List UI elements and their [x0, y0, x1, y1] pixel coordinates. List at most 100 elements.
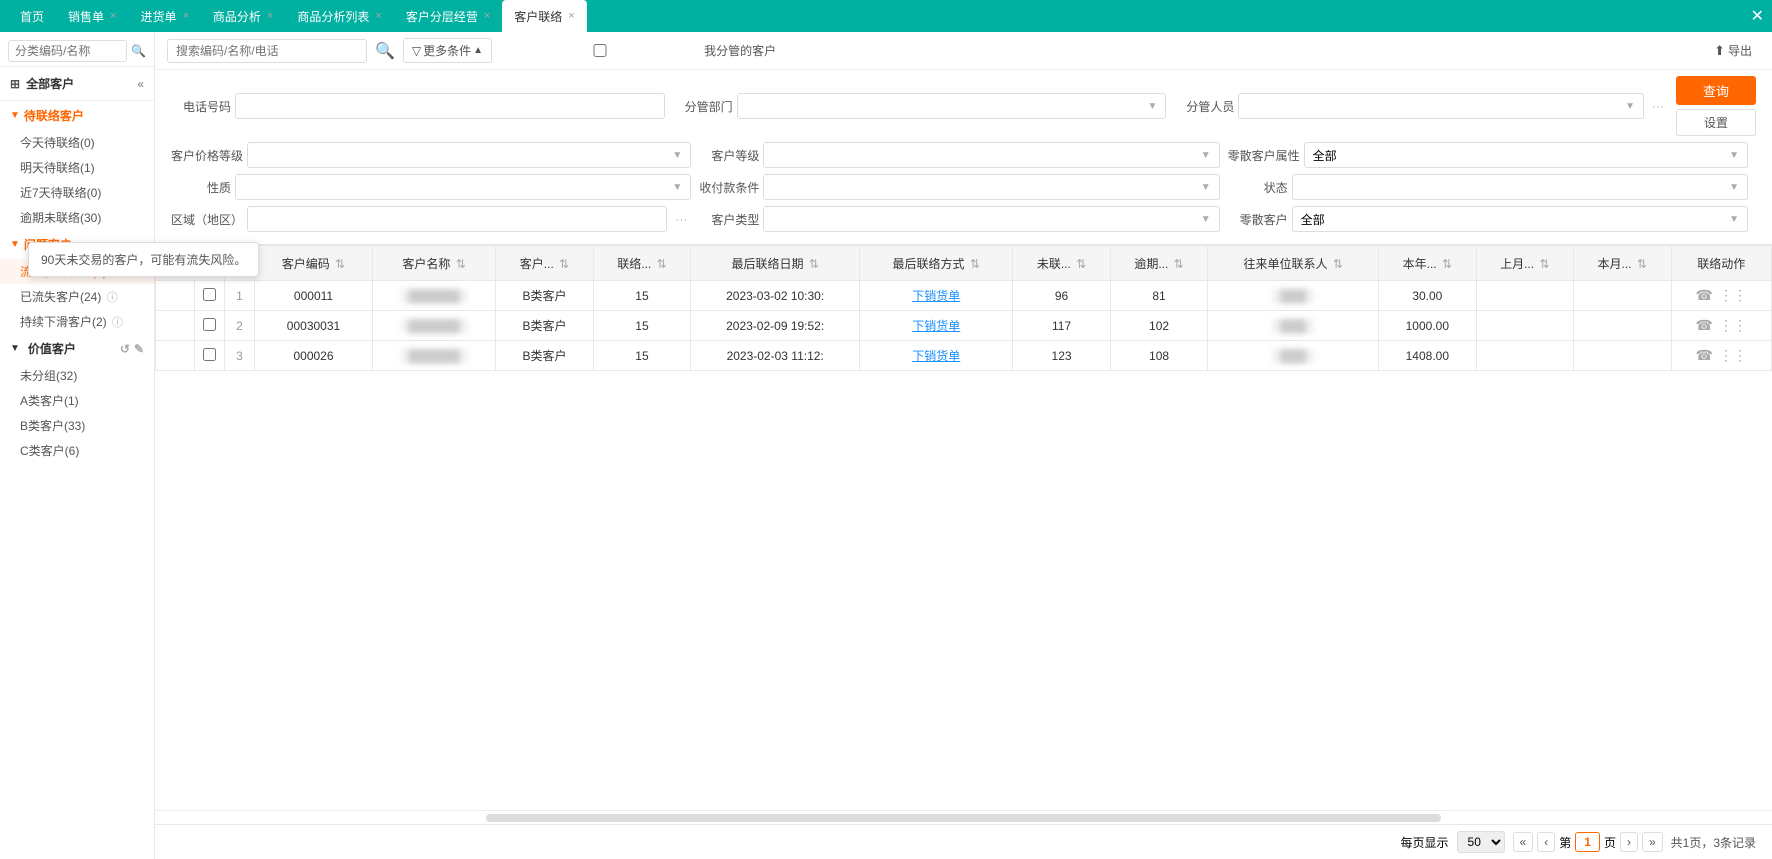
close-sales-tab[interactable]: × [110, 10, 116, 22]
sidebar-item-churned[interactable]: 已流失客户(24) ⓘ [0, 284, 154, 309]
row2-select[interactable] [203, 318, 216, 331]
close-analysis-tab[interactable]: × [267, 10, 273, 22]
sidebar-section-pending[interactable]: ▼ 待联络客户 [0, 101, 154, 130]
phone-input[interactable] [235, 93, 665, 119]
this-year-sort-icon[interactable]: ⇅ [1442, 257, 1452, 271]
search-input[interactable] [167, 39, 367, 63]
last-page-btn[interactable]: » [1642, 832, 1663, 852]
retail-select[interactable]: 全部 ▼ [1292, 206, 1748, 232]
uncontacted-sort-icon[interactable]: ⇅ [1076, 257, 1086, 271]
row1-checkbox[interactable] [195, 281, 225, 311]
row1-more-icon[interactable]: ⋮⋮ [1719, 287, 1747, 304]
row1-select[interactable] [203, 288, 216, 301]
sidebar-all-customers[interactable]: ⊞ 全部客户 « [0, 67, 154, 101]
close-purchase-tab[interactable]: × [182, 10, 188, 22]
this-month-sort-icon[interactable]: ⇅ [1637, 257, 1647, 271]
last-contact-date-col-header[interactable]: 最后联络日期 ⇅ [691, 246, 860, 281]
sidebar-item-overdue-uncontacted[interactable]: 逾期未联络(30) [0, 205, 154, 230]
name-col-header[interactable]: 客户名称 ⇅ [373, 246, 496, 281]
first-page-btn[interactable]: « [1513, 832, 1534, 852]
row3-select[interactable] [203, 348, 216, 361]
cust-grade-select[interactable]: ▼ [763, 142, 1219, 168]
row2-contact-icon[interactable]: ☎ [1696, 317, 1713, 334]
sidebar-item-week[interactable]: 近7天待联络(0) [0, 180, 154, 205]
contact-col-header[interactable]: 联络... ⇅ [593, 246, 690, 281]
nature-select[interactable]: ▼ [235, 174, 691, 200]
last-month-sort-icon[interactable]: ⇅ [1539, 257, 1549, 271]
cust-level-col-header[interactable]: 客户... ⇅ [496, 246, 593, 281]
name-sort-icon[interactable]: ⇅ [456, 257, 466, 271]
tab-analysis-table[interactable]: 商品分析列表 × [285, 0, 393, 32]
overdue-col-header[interactable]: 逾期... ⇅ [1110, 246, 1207, 281]
payment-select[interactable]: ▼ [763, 174, 1219, 200]
sidebar-search-input[interactable] [8, 40, 127, 62]
retail-attr-select[interactable]: 全部 ▼ [1304, 142, 1748, 168]
row2-more-icon[interactable]: ⋮⋮ [1719, 317, 1747, 334]
row2-checkbox[interactable] [195, 311, 225, 341]
uncontacted-col-header[interactable]: 未联... ⇅ [1013, 246, 1110, 281]
tab-purchase[interactable]: 进货单 × [128, 0, 200, 32]
tab-customer-segment[interactable]: 客户分层经营 × [394, 0, 502, 32]
row3-contact-icon[interactable]: ☎ [1696, 347, 1713, 364]
next-page-btn[interactable]: › [1620, 832, 1638, 852]
value-refresh-icon[interactable]: ↺ [120, 342, 130, 356]
value-edit-icon[interactable]: ✎ [134, 342, 144, 356]
row1-last-method[interactable]: 下销货单 [860, 281, 1013, 311]
sidebar-item-declining[interactable]: 持续下滑客户(2) ⓘ [0, 309, 154, 334]
sidebar-item-b-class[interactable]: B类客户(33) [0, 413, 154, 438]
price-grade-select[interactable]: ▼ [247, 142, 691, 168]
unit-contact-col-header[interactable]: 往来单位联系人 ⇅ [1208, 246, 1379, 281]
this-month-col-header[interactable]: 本月... ⇅ [1574, 246, 1671, 281]
overdue-sort-icon[interactable]: ⇅ [1174, 257, 1184, 271]
sidebar-item-today[interactable]: 今天待联络(0) [0, 130, 154, 155]
sidebar-item-c-class[interactable]: C类客户(6) [0, 438, 154, 463]
query-button[interactable]: 查询 [1676, 76, 1756, 105]
sidebar-collapse-icon[interactable]: « [137, 77, 144, 91]
sidebar-section-value[interactable]: ▼ 价值客户 ↺ ✎ [0, 334, 154, 363]
tab-sales[interactable]: 销售单 × [56, 0, 128, 32]
row3-last-method[interactable]: 下销货单 [860, 341, 1013, 371]
last-method-sort-icon[interactable]: ⇅ [970, 257, 980, 271]
my-customers-checkbox[interactable] [500, 44, 700, 57]
person-dots[interactable]: ··· [1648, 99, 1668, 113]
sidebar-item-a-class[interactable]: A类客户(1) [0, 388, 154, 413]
tab-home[interactable]: 首页 [8, 0, 56, 32]
close-customer-segment-tab[interactable]: × [484, 10, 490, 22]
region-dots[interactable]: ··· [671, 212, 691, 226]
last-date-sort-icon[interactable]: ⇅ [809, 257, 819, 271]
status-select[interactable]: ▼ [1292, 174, 1748, 200]
row1-contact-icon[interactable]: ☎ [1696, 287, 1713, 304]
horizontal-scroll-area[interactable] [155, 810, 1772, 824]
row3-more-icon[interactable]: ⋮⋮ [1719, 347, 1747, 364]
last-contact-method-col-header[interactable]: 最后联络方式 ⇅ [860, 246, 1013, 281]
export-button[interactable]: ⬆ 导出 [1706, 39, 1760, 62]
sidebar-item-tomorrow[interactable]: 明天待联络(1) [0, 155, 154, 180]
this-year-col-header[interactable]: 本年... ⇅ [1379, 246, 1476, 281]
cust-type-select[interactable]: ▼ [763, 206, 1219, 232]
contact-sort-icon[interactable]: ⇅ [657, 257, 667, 271]
close-analysis-table-tab[interactable]: × [375, 10, 381, 22]
sidebar-search-icon[interactable]: 🔍 [131, 44, 146, 58]
row2-last-method[interactable]: 下销货单 [860, 311, 1013, 341]
tab-customer-contact[interactable]: 客户联络 × [502, 0, 586, 32]
my-customers-filter[interactable]: 我分管的客户 [500, 42, 776, 59]
code-sort-icon[interactable]: ⇅ [335, 257, 345, 271]
tab-analysis[interactable]: 商品分析 × [201, 0, 285, 32]
horizontal-scrollbar[interactable] [486, 814, 1442, 822]
setting-button[interactable]: 设置 [1676, 109, 1756, 136]
window-close-btn[interactable]: ✕ [1751, 6, 1764, 26]
sidebar-item-ungroup[interactable]: 未分组(32) [0, 363, 154, 388]
last-month-col-header[interactable]: 上月... ⇅ [1476, 246, 1573, 281]
page-size-select[interactable]: 50 [1457, 831, 1505, 853]
region-select[interactable] [247, 206, 667, 232]
dept-select[interactable]: ▼ [737, 93, 1167, 119]
cust-level-sort-icon[interactable]: ⇅ [559, 257, 569, 271]
row3-checkbox[interactable] [195, 341, 225, 371]
search-button[interactable]: 🔍 [375, 41, 395, 61]
person-select[interactable]: ▼ [1238, 93, 1644, 119]
close-customer-contact-tab[interactable]: × [568, 10, 574, 22]
unit-sort-icon[interactable]: ⇅ [1333, 257, 1343, 271]
more-conditions-btn[interactable]: ▽ 更多条件 ▲ [403, 38, 492, 63]
prev-page-btn[interactable]: ‹ [1537, 832, 1555, 852]
code-col-header[interactable]: 客户编码 ⇅ [255, 246, 373, 281]
